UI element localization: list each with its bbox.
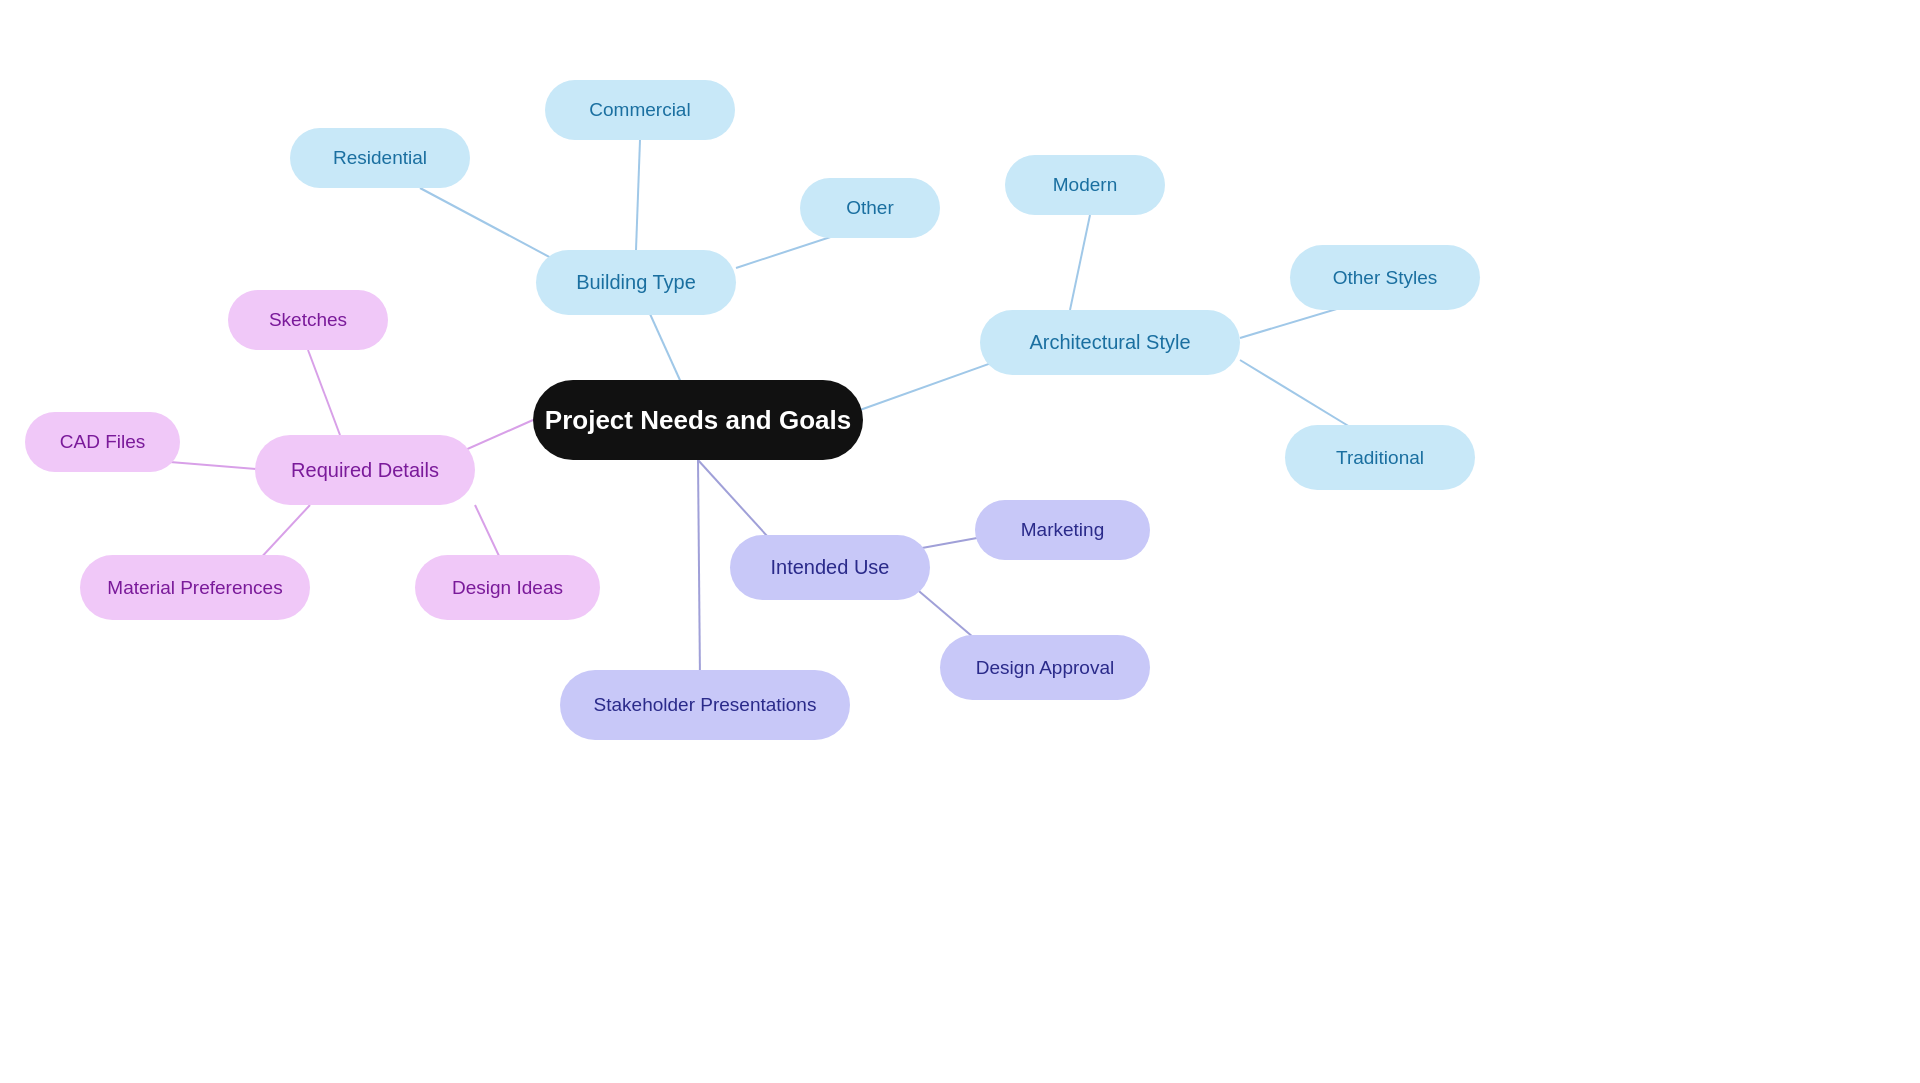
modern-node[interactable]: Modern (1005, 155, 1165, 215)
design-approval-node[interactable]: Design Approval (940, 635, 1150, 700)
traditional-node[interactable]: Traditional (1285, 425, 1475, 490)
cad-files-node[interactable]: CAD Files (25, 412, 180, 472)
marketing-node[interactable]: Marketing (975, 500, 1150, 560)
material-preferences-node[interactable]: Material Preferences (80, 555, 310, 620)
svg-line-7 (1240, 360, 1355, 430)
other-styles-node[interactable]: Other Styles (1290, 245, 1480, 310)
stakeholder-presentations-node[interactable]: Stakeholder Presentations (560, 670, 850, 740)
intended-use-node[interactable]: Intended Use (730, 535, 930, 600)
design-ideas-node[interactable]: Design Ideas (415, 555, 600, 620)
svg-line-1 (636, 140, 640, 250)
svg-line-5 (1070, 215, 1090, 310)
required-details-node[interactable]: Required Details (255, 435, 475, 505)
residential-node[interactable]: Residential (290, 128, 470, 188)
other-building-node[interactable]: Other (800, 178, 940, 238)
svg-line-9 (308, 350, 340, 435)
building-type-node[interactable]: Building Type (536, 250, 736, 315)
center-node[interactable]: Project Needs and Goals (533, 380, 863, 460)
sketches-node[interactable]: Sketches (228, 290, 388, 350)
svg-line-16 (698, 460, 700, 680)
commercial-node[interactable]: Commercial (545, 80, 735, 140)
architectural-style-node[interactable]: Architectural Style (980, 310, 1240, 375)
